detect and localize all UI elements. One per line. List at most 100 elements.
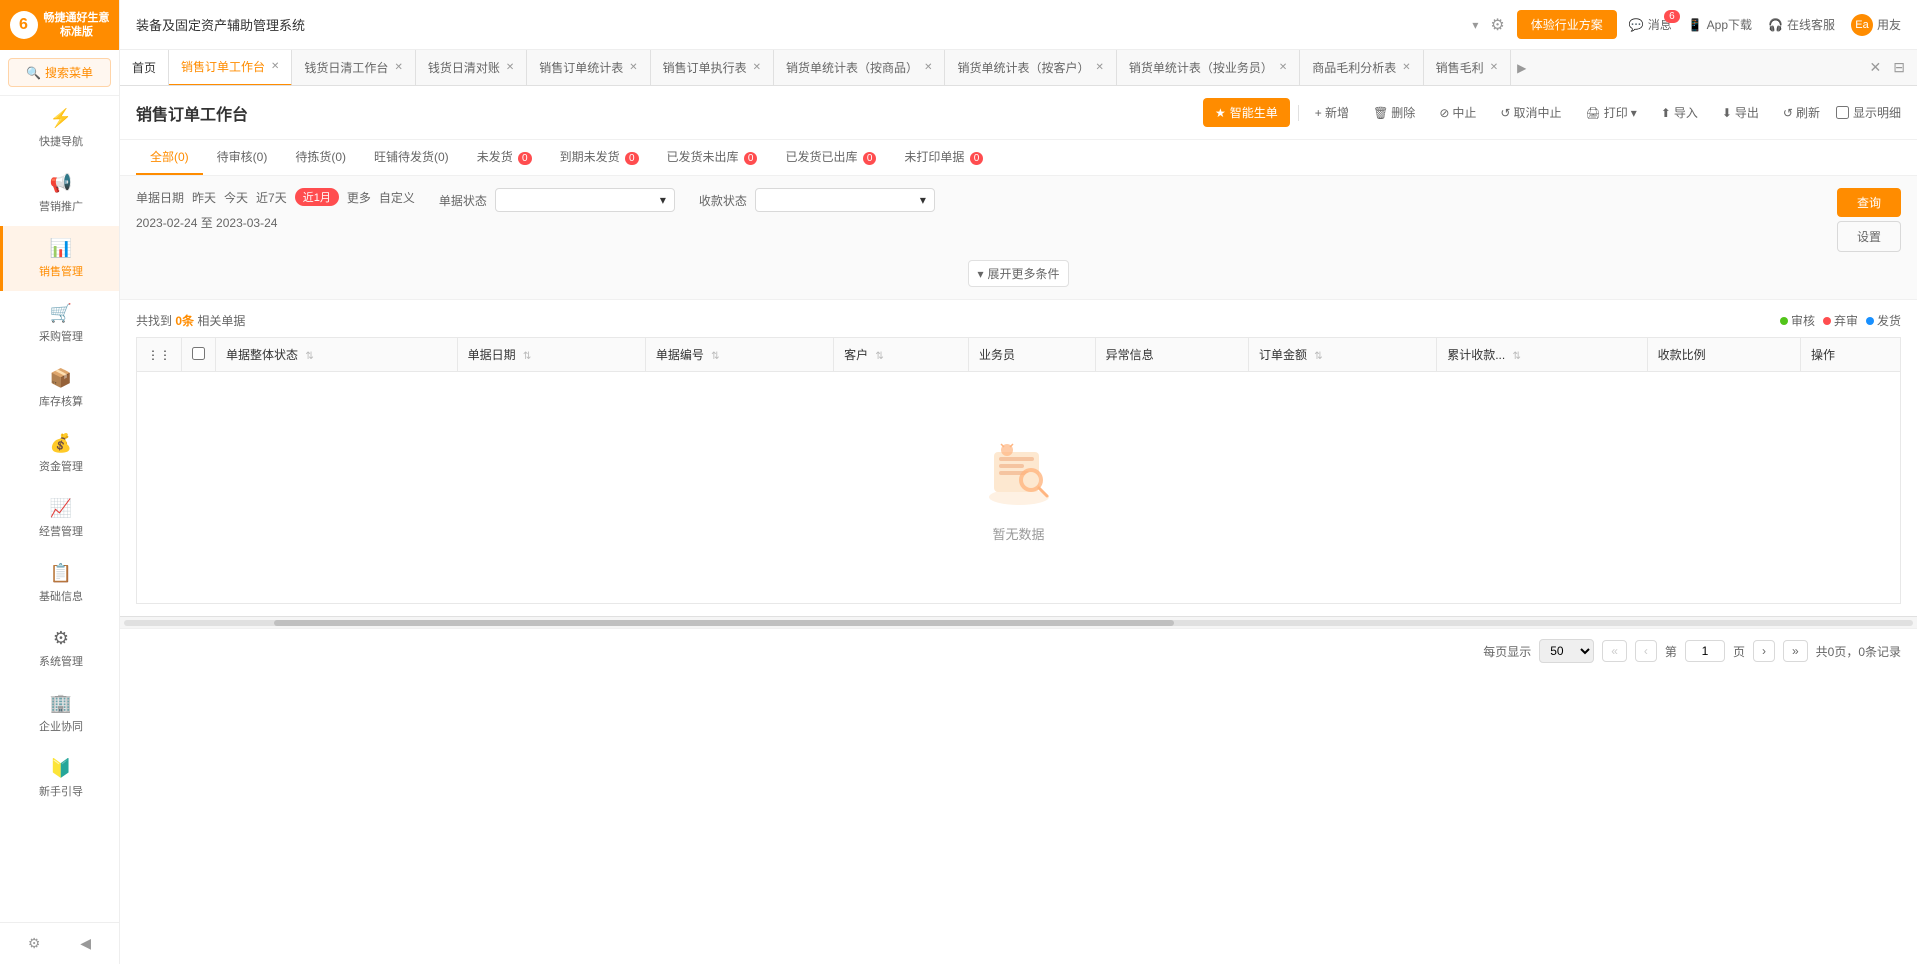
sidebar-item-purchase[interactable]: 🛒 采购管理: [0, 291, 119, 356]
cancel-stop-button[interactable]: ↺ 取消中止: [1492, 100, 1569, 125]
date-yesterday[interactable]: 昨天: [192, 189, 216, 206]
main-content: 装备及固定资产辅助管理系统 ▾ ⚙ 体验行业方案 💬 消息 6 📱 App下载 …: [120, 0, 1917, 964]
first-page-button[interactable]: «: [1602, 640, 1627, 662]
message-item[interactable]: 💬 消息 6: [1629, 16, 1672, 33]
page-input[interactable]: [1685, 640, 1725, 662]
app-download-item[interactable]: 📱 App下载: [1688, 16, 1752, 33]
subtab-not-printed[interactable]: 未打印单据 0: [890, 140, 997, 175]
tab-sales-by-staff[interactable]: 销货单统计表（按业务员） ✕: [1117, 50, 1300, 86]
tab-close-sales-exec[interactable]: ✕: [753, 62, 761, 73]
review-button[interactable]: 审核: [1780, 312, 1815, 329]
subtab-shipped-not-out[interactable]: 已发货未出库 0: [653, 140, 772, 175]
filter-area: 单据日期 昨天 今天 近7天 近1月 更多 自定义 2023-02-24 至 2…: [120, 176, 1917, 300]
export-button[interactable]: ⬇ 导出: [1714, 100, 1767, 125]
sidebar-item-basic[interactable]: 📋 基础信息: [0, 551, 119, 616]
tab-close-sales-stats[interactable]: ✕: [629, 62, 637, 73]
tab-sales-order-workbench[interactable]: 销售订单工作台 ✕: [169, 50, 292, 86]
scrollbar-thumb[interactable]: [274, 620, 1174, 626]
user-item[interactable]: Ea 用友: [1851, 14, 1901, 36]
date-more[interactable]: 更多: [347, 189, 371, 206]
subtab-pending-review[interactable]: 待审核(0): [203, 140, 282, 175]
th-number[interactable]: 单据编号 ⇅: [645, 338, 833, 372]
tab-close-sales-by-staff[interactable]: ✕: [1279, 62, 1287, 73]
close-all-tabs-button[interactable]: ⊟: [1889, 57, 1909, 78]
search-menu-button[interactable]: 🔍 搜索菜单: [8, 58, 111, 87]
th-payment-ratio[interactable]: 收款比例: [1647, 338, 1800, 372]
next-page-button[interactable]: ›: [1753, 640, 1775, 662]
tab-nav-right[interactable]: ▶: [1511, 61, 1532, 75]
stop-button[interactable]: ⊘ 中止: [1431, 100, 1484, 125]
import-button[interactable]: ⬆ 导入: [1653, 100, 1706, 125]
topbar-settings-icon[interactable]: ⚙: [1490, 15, 1504, 35]
filter-setting-button[interactable]: 设置: [1837, 221, 1901, 252]
th-status[interactable]: 单据整体状态 ⇅: [216, 338, 458, 372]
tab-sales-by-product[interactable]: 销货单统计表（按商品） ✕: [774, 50, 945, 86]
tab-close-daily-clear[interactable]: ✕: [394, 62, 402, 73]
th-date[interactable]: 单据日期 ⇅: [457, 338, 645, 372]
tab-sales-exec[interactable]: 销售订单执行表 ✕: [651, 50, 774, 86]
ship-button[interactable]: 发货: [1866, 312, 1901, 329]
sidebar-item-enterprise[interactable]: 🏢 企业协同: [0, 681, 119, 746]
tab-margin-analysis[interactable]: 商品毛利分析表 ✕: [1300, 50, 1423, 86]
expand-filters-button[interactable]: ▾ 展开更多条件: [968, 260, 1068, 287]
add-button[interactable]: + 新增: [1307, 100, 1357, 125]
prev-page-button[interactable]: ‹: [1635, 640, 1657, 662]
online-service-item[interactable]: 🎧 在线客服: [1768, 16, 1835, 33]
close-current-tab-button[interactable]: ✕: [1866, 57, 1886, 78]
select-all-checkbox[interactable]: [192, 347, 205, 360]
show-detail-checkbox[interactable]: 显示明细: [1836, 104, 1901, 121]
sidebar-item-guide[interactable]: 🔰 新手引导: [0, 746, 119, 811]
payment-select[interactable]: ▾: [755, 188, 935, 212]
delete-button[interactable]: 🗑 删除: [1365, 100, 1423, 125]
sidebar-item-inventory[interactable]: 📦 库存核算: [0, 356, 119, 421]
status-select[interactable]: ▾: [495, 188, 675, 212]
tab-close-sales-order[interactable]: ✕: [271, 61, 279, 72]
tab-sales-margin[interactable]: 销售毛利 ✕: [1424, 50, 1511, 86]
print-button[interactable]: 🖨 打印 ▾: [1577, 100, 1644, 125]
subtab-pending-pick[interactable]: 待拣货(0): [281, 140, 360, 175]
tab-close-reconcile[interactable]: ✕: [506, 62, 514, 73]
th-customer[interactable]: 客户 ⇅: [834, 338, 969, 372]
th-staff[interactable]: 业务员: [969, 338, 1096, 372]
tab-close-sales-margin[interactable]: ✕: [1490, 62, 1498, 73]
subtab-shipped-out[interactable]: 已发货已出库 0: [771, 140, 890, 175]
date-1month[interactable]: 近1月: [295, 188, 339, 206]
last-page-button[interactable]: »: [1783, 640, 1808, 662]
sidebar-item-sales[interactable]: 📊 销售管理: [0, 226, 119, 291]
query-button[interactable]: 查询: [1837, 188, 1901, 217]
th-amount[interactable]: 订单金额 ⇅: [1248, 338, 1436, 372]
tab-close-margin-analysis[interactable]: ✕: [1402, 62, 1410, 73]
refresh-button[interactable]: ↺ 刷新: [1775, 100, 1828, 125]
sidebar-item-operation[interactable]: 📈 经营管理: [0, 486, 119, 551]
tab-home[interactable]: 首页: [120, 50, 169, 86]
th-accumulated[interactable]: 累计收款... ⇅: [1437, 338, 1647, 372]
th-exception[interactable]: 异常信息: [1095, 338, 1248, 372]
date-custom[interactable]: 自定义: [379, 189, 415, 206]
date-today[interactable]: 今天: [224, 189, 248, 206]
abandon-review-button[interactable]: 弃审: [1823, 312, 1858, 329]
logo-icon: 6: [10, 11, 38, 39]
tab-sales-stats[interactable]: 销售订单统计表 ✕: [527, 50, 650, 86]
per-page-select[interactable]: 50 10 20 100: [1539, 639, 1594, 663]
tab-sales-by-customer[interactable]: 销货单统计表（按客户） ✕: [945, 50, 1116, 86]
subtab-wangpu-pending[interactable]: 旺铺待发货(0): [360, 140, 463, 175]
status-select-arrow: ▾: [660, 193, 666, 207]
horizontal-scrollbar[interactable]: [120, 616, 1917, 628]
subtab-not-shipped[interactable]: 未发货 0: [463, 140, 546, 175]
sidebar-collapse-button[interactable]: ◀: [76, 931, 95, 956]
show-detail-input[interactable]: [1836, 106, 1849, 119]
subtab-overdue-not-shipped[interactable]: 到期未发货 0: [546, 140, 653, 175]
tab-daily-clear[interactable]: 钱货日清工作台 ✕: [292, 50, 415, 86]
smart-order-button[interactable]: ★ 智能生单: [1203, 98, 1290, 127]
sidebar-item-finance[interactable]: 💰 资金管理: [0, 421, 119, 486]
sidebar-item-quick-nav[interactable]: ⚡ 快捷导航: [0, 96, 119, 161]
solution-button[interactable]: 体验行业方案: [1517, 10, 1617, 39]
tab-close-sales-by-product[interactable]: ✕: [924, 62, 932, 73]
sidebar-item-system[interactable]: ⚙ 系统管理: [0, 616, 119, 681]
sidebar-settings-button[interactable]: ⚙: [24, 931, 45, 956]
tab-close-sales-by-customer[interactable]: ✕: [1095, 62, 1103, 73]
subtab-all[interactable]: 全部(0): [136, 140, 203, 175]
date-7days[interactable]: 近7天: [256, 189, 287, 206]
tab-reconcile[interactable]: 钱货日清对账 ✕: [416, 50, 527, 86]
sidebar-item-marketing[interactable]: 📢 营销推广: [0, 161, 119, 226]
